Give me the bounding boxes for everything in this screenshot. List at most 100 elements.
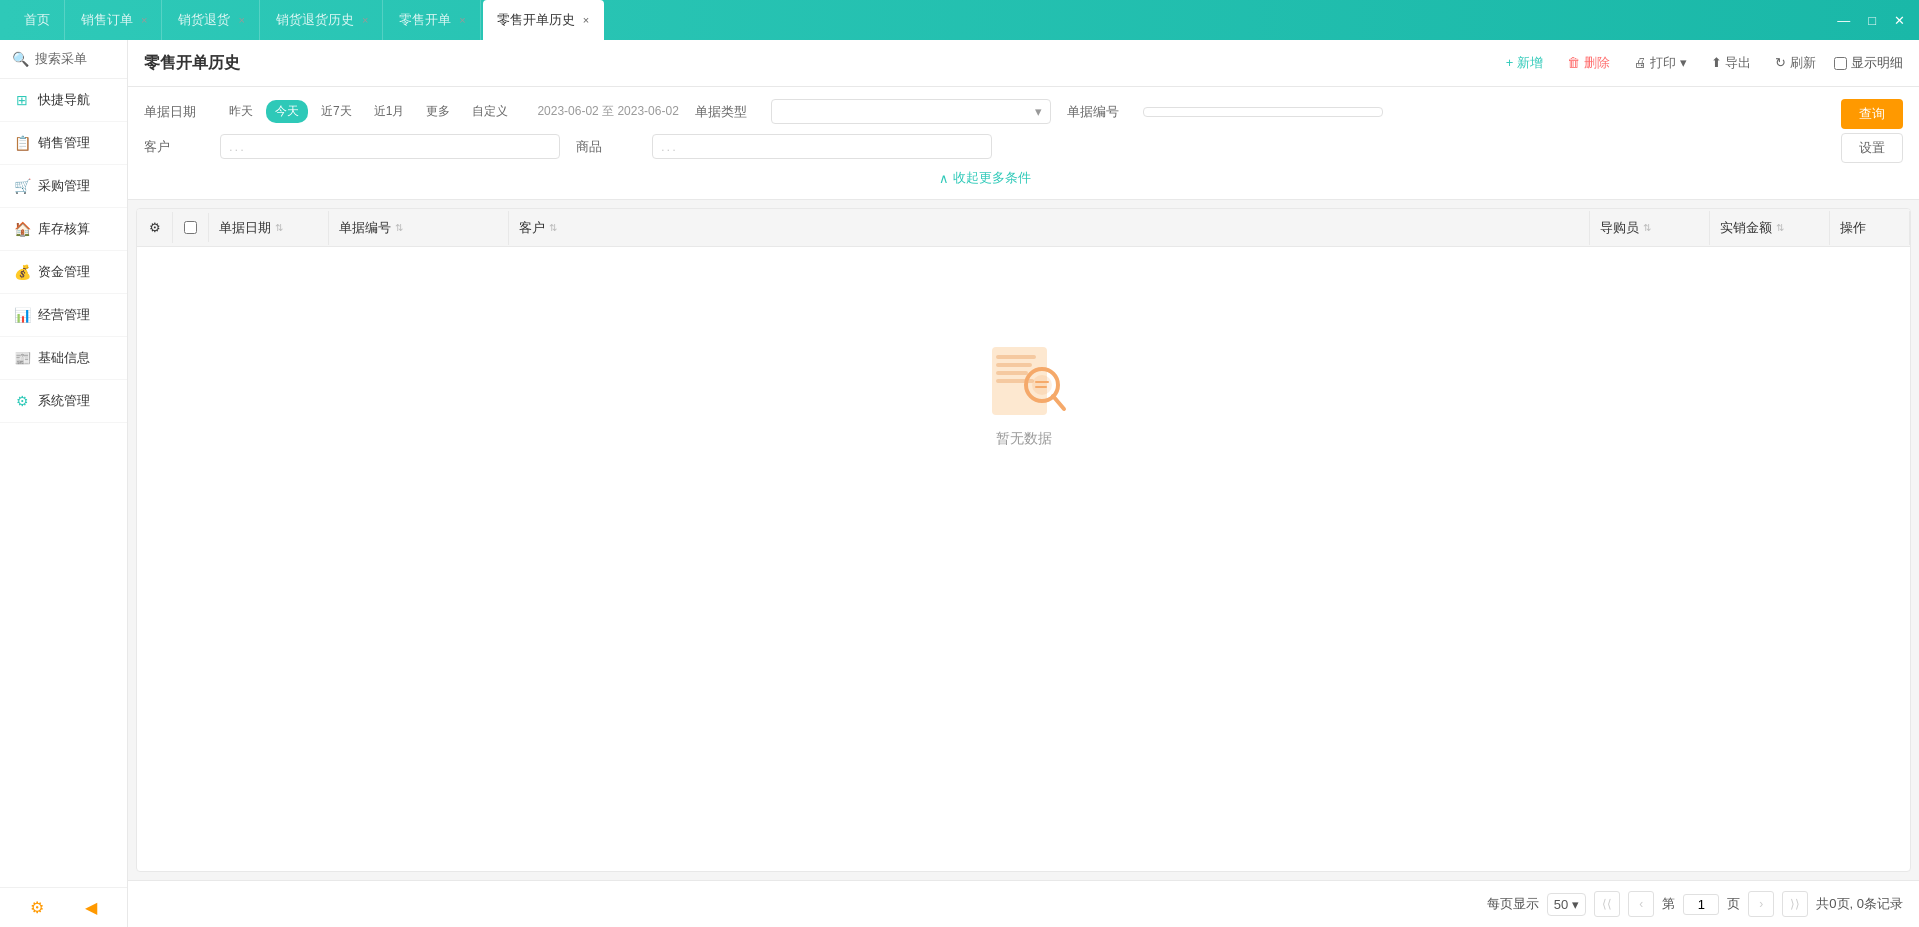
- tab-sales-order-close[interactable]: ×: [141, 14, 147, 26]
- pagination: 每页显示 50 ▾ ⟨⟨ ‹ 第 页 › ⟩⟩ 共0页, 0条记录: [128, 880, 1919, 927]
- page-number-input[interactable]: [1683, 894, 1719, 915]
- collapse-btn[interactable]: ∧ 收起更多条件: [144, 169, 1825, 187]
- gear-icon: ⚙: [149, 220, 161, 235]
- tab-retail-open[interactable]: 零售开单 ×: [385, 0, 480, 40]
- last-page-button[interactable]: ⟩⟩: [1782, 891, 1808, 917]
- svg-point-6: [1032, 375, 1052, 395]
- add-button[interactable]: + 新增: [1500, 50, 1549, 76]
- order-no-sort-icon: ⇅: [395, 222, 403, 233]
- sidebar-item-sales-mgmt[interactable]: 📋 销售管理: [0, 122, 127, 165]
- page-size-select[interactable]: 50 ▾: [1547, 893, 1586, 916]
- customer-label: 客户: [144, 138, 204, 156]
- order-type-chevron-icon: ▾: [1035, 104, 1042, 119]
- date-range-display: 2023-06-02 至 2023-06-02: [537, 103, 678, 120]
- table-header: ⚙ 单据日期 ⇅ 单据编号 ⇅ 客户 ⇅ 导购员: [137, 209, 1910, 247]
- sidebar-item-label: 快捷导航: [38, 91, 90, 109]
- page-of-label: 页: [1727, 895, 1740, 913]
- tab-sales-return-history-close[interactable]: ×: [362, 14, 368, 26]
- customer-dots: ...: [229, 139, 246, 154]
- tab-retail-open-history-label: 零售开单历史: [497, 11, 575, 29]
- th-date-label: 单据日期: [219, 219, 271, 237]
- next-page-button[interactable]: ›: [1748, 891, 1774, 917]
- order-type-select[interactable]: ▾: [771, 99, 1051, 124]
- tab-sales-order[interactable]: 销售订单 ×: [67, 0, 162, 40]
- sidebar-search[interactable]: 🔍 搜索采单: [0, 40, 127, 79]
- base-info-icon: 📰: [14, 350, 30, 366]
- date-btn-more[interactable]: 更多: [417, 100, 459, 123]
- inventory-icon: 🏠: [14, 221, 30, 237]
- tab-retail-open-history[interactable]: 零售开单历史 ×: [483, 0, 604, 40]
- delete-label: 🗑 删除: [1567, 54, 1610, 72]
- settings-icon[interactable]: ⚙: [30, 898, 44, 917]
- select-all-checkbox[interactable]: [184, 221, 197, 234]
- tab-retail-open-history-close[interactable]: ×: [583, 14, 589, 26]
- sidebar-item-label: 库存核算: [38, 220, 90, 238]
- th-amount[interactable]: 实销金额 ⇅: [1710, 211, 1830, 245]
- th-guide[interactable]: 导购员 ⇅: [1590, 211, 1710, 245]
- max-btn[interactable]: □: [1864, 11, 1880, 30]
- query-settings-group: 查询 设置: [1841, 99, 1903, 163]
- tab-retail-open-label: 零售开单: [399, 11, 451, 29]
- th-customer[interactable]: 客户 ⇅: [509, 211, 1590, 245]
- product-input[interactable]: ...: [652, 134, 992, 159]
- top-bar: 首页 销售订单 × 销货退货 × 销货退货历史 × 零售开单 × 零售开单历史 …: [0, 0, 1919, 40]
- th-check[interactable]: [173, 213, 209, 242]
- export-button[interactable]: ⬆ 导出: [1705, 50, 1758, 76]
- chevron-up-icon: ∧: [939, 171, 949, 186]
- sidebar-menu: ⊞ 快捷导航 📋 销售管理 🛒 采购管理 🏠 库存核算 💰 资金管理 📊: [0, 79, 127, 887]
- th-gear[interactable]: ⚙: [137, 212, 173, 243]
- svg-rect-3: [996, 371, 1028, 375]
- print-button[interactable]: 🖨 打印 ▾: [1628, 50, 1693, 76]
- sidebar-item-inventory[interactable]: 🏠 库存核算: [0, 208, 127, 251]
- tab-sales-return-history[interactable]: 销货退货历史 ×: [262, 0, 383, 40]
- sidebar: 🔍 搜索采单 ⊞ 快捷导航 📋 销售管理 🛒 采购管理 🏠 库存核算 💰: [0, 40, 128, 927]
- tab-home-label: 首页: [24, 11, 50, 29]
- date-btn-custom[interactable]: 自定义: [463, 100, 517, 123]
- empty-illustration: [974, 327, 1074, 430]
- refresh-button[interactable]: ↻ 刷新: [1769, 50, 1822, 76]
- sidebar-item-finance[interactable]: 💰 资金管理: [0, 251, 127, 294]
- tab-retail-open-close[interactable]: ×: [459, 14, 465, 26]
- sidebar-item-base-info[interactable]: 📰 基础信息: [0, 337, 127, 380]
- sidebar-item-quick-nav[interactable]: ⊞ 快捷导航: [0, 79, 127, 122]
- date-btn-1month[interactable]: 近1月: [365, 100, 414, 123]
- query-button[interactable]: 查询: [1841, 99, 1903, 129]
- first-page-button[interactable]: ⟨⟨: [1594, 891, 1620, 917]
- sidebar-item-operations[interactable]: 📊 经营管理: [0, 294, 127, 337]
- sidebar-item-purchase-mgmt[interactable]: 🛒 采购管理: [0, 165, 127, 208]
- prev-page-button[interactable]: ‹: [1628, 891, 1654, 917]
- guide-sort-icon: ⇅: [1643, 222, 1651, 233]
- sidebar-bottom: ⚙ ◀: [0, 887, 127, 927]
- export-label: ⬆ 导出: [1711, 54, 1752, 72]
- page-header: 零售开单历史 + 新增 🗑 删除 🖨 打印 ▾ ⬆ 导出 ↻ 刷新: [128, 40, 1919, 87]
- th-date[interactable]: 单据日期 ⇅: [209, 211, 329, 245]
- total-info: 共0页, 0条记录: [1816, 895, 1903, 913]
- tab-sales-return-close[interactable]: ×: [238, 14, 244, 26]
- settings-button[interactable]: 设置: [1841, 133, 1903, 163]
- svg-rect-2: [996, 363, 1032, 367]
- tab-sales-return[interactable]: 销货退货 ×: [164, 0, 259, 40]
- sidebar-item-sys-mgmt[interactable]: ⚙ 系统管理: [0, 380, 127, 423]
- svg-line-7: [1053, 396, 1064, 409]
- tab-home[interactable]: 首页: [10, 0, 65, 40]
- show-details-checkbox[interactable]: 显示明细: [1834, 54, 1903, 72]
- page-size-label: 每页显示: [1487, 895, 1539, 913]
- main-layout: 🔍 搜索采单 ⊞ 快捷导航 📋 销售管理 🛒 采购管理 🏠 库存核算 💰: [0, 40, 1919, 927]
- customer-input[interactable]: ...: [220, 134, 560, 159]
- th-action-label: 操作: [1840, 219, 1866, 237]
- date-btn-7days[interactable]: 近7天: [312, 100, 361, 123]
- min-btn[interactable]: —: [1833, 11, 1854, 30]
- date-btn-today[interactable]: 今天: [266, 100, 308, 123]
- delete-button[interactable]: 🗑 删除: [1561, 50, 1616, 76]
- amount-sort-icon: ⇅: [1776, 222, 1784, 233]
- order-no-input[interactable]: [1143, 107, 1383, 117]
- collapse-sidebar-icon[interactable]: ◀: [85, 898, 97, 917]
- page-size-chevron-icon: ▾: [1572, 897, 1579, 912]
- th-order-no[interactable]: 单据编号 ⇅: [329, 211, 509, 245]
- show-details-label: 显示明细: [1851, 54, 1903, 72]
- filter-row-2: 客户 ... 商品 ...: [144, 134, 1825, 159]
- close-btn[interactable]: ✕: [1890, 11, 1909, 30]
- main-content: 零售开单历史 + 新增 🗑 删除 🖨 打印 ▾ ⬆ 导出 ↻ 刷新: [128, 40, 1919, 927]
- show-details-input[interactable]: [1834, 57, 1847, 70]
- date-btn-yesterday[interactable]: 昨天: [220, 100, 262, 123]
